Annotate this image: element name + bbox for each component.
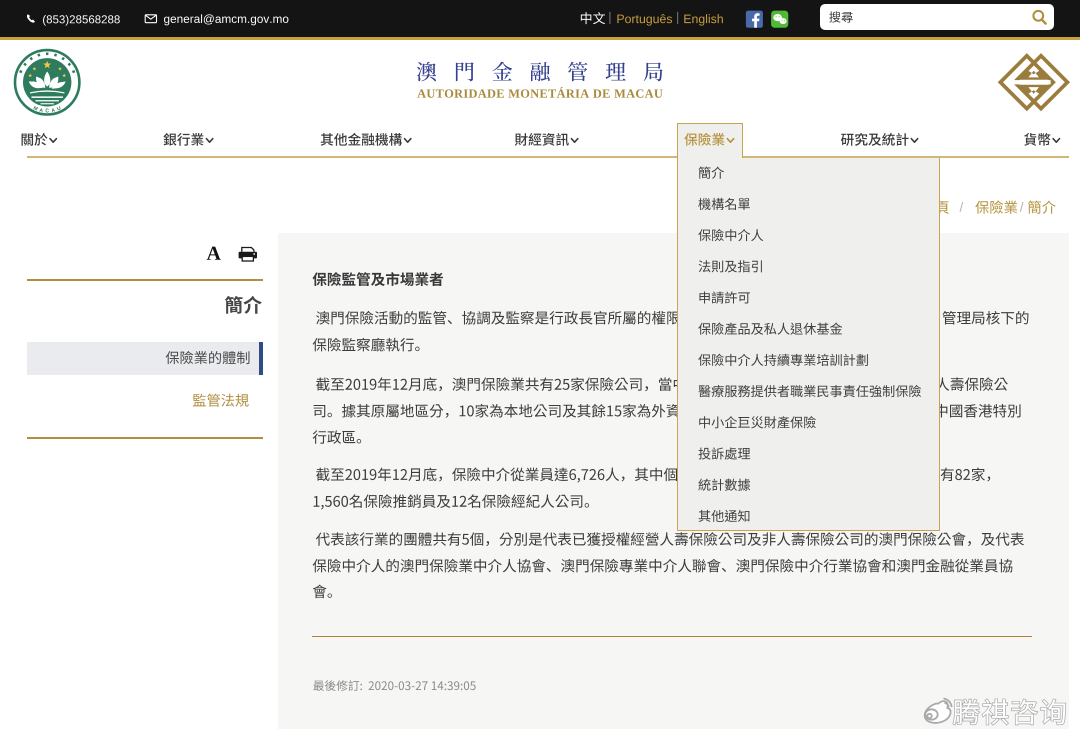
svg-text:C: C — [45, 109, 49, 115]
